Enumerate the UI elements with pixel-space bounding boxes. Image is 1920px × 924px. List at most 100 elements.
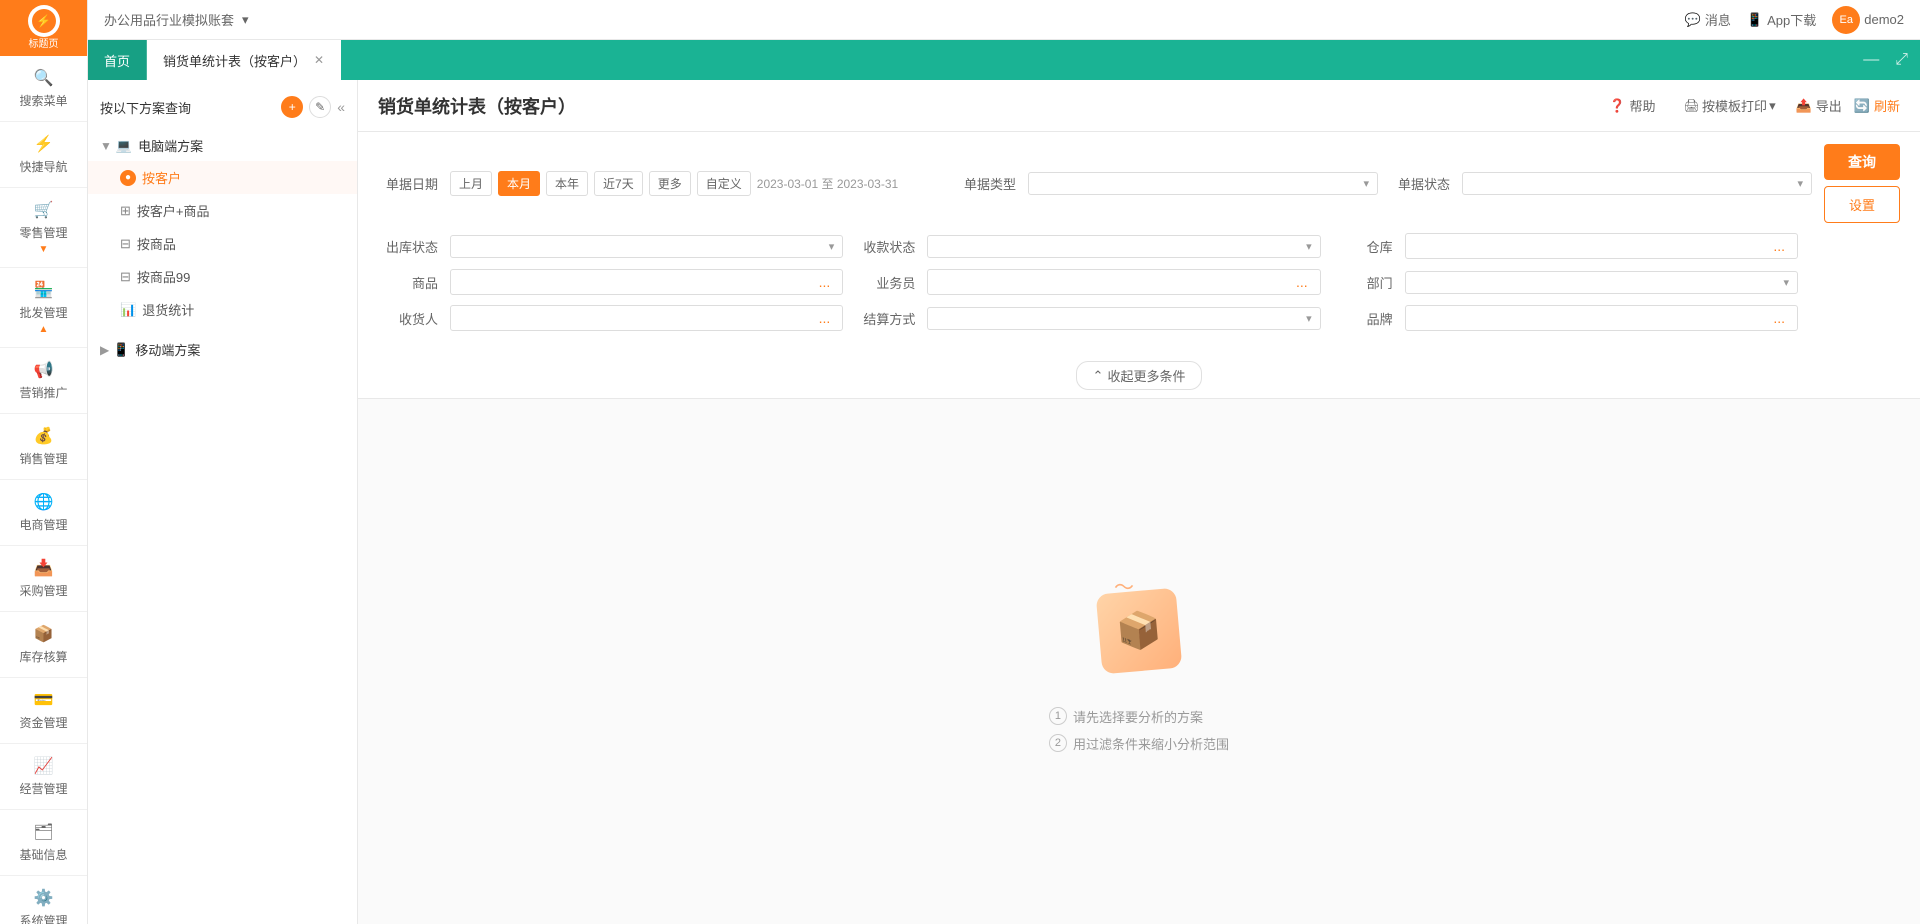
department-select[interactable]: ▾	[1405, 271, 1798, 294]
search-icon: 🔍	[4, 68, 84, 88]
marketing-icon: 📢	[4, 360, 84, 380]
sidebar-item-base[interactable]: 🗂 基础信息	[0, 810, 88, 876]
header-dropdown-icon[interactable]: ▾	[242, 12, 249, 28]
settlement-select[interactable]: ▾	[927, 307, 1320, 330]
warehouse-select[interactable]: ...	[1405, 233, 1798, 259]
setting-button[interactable]: 设置	[1824, 186, 1900, 223]
logo-area[interactable]: 标题页	[0, 0, 88, 56]
tree-item-return-stat[interactable]: 📊 退货统计	[88, 293, 357, 326]
sidebar-item-ecom[interactable]: 🌐 电商管理	[0, 480, 88, 546]
tree-item-by-product-99-label: 按商品99	[137, 267, 190, 286]
export-button[interactable]: 📤 导出	[1796, 96, 1842, 115]
warehouse-dots-button[interactable]: ...	[1769, 238, 1789, 254]
order-status-select[interactable]: ▾	[1462, 172, 1812, 195]
receiver-dots-button[interactable]: ...	[815, 310, 835, 326]
empty-hint-2-text: 用过滤条件来缩小分析范围	[1073, 734, 1229, 753]
tree-desktop-section: ▼ 💻 电脑端方案 ● 按客户 ⊞ 按客户+商品 ⊟ 按商品 ⊟	[88, 126, 357, 330]
main-area: 办公用品行业模拟账套 ▾ 💬 消息 📱 App下载 Ea demo2 首页	[88, 0, 1920, 924]
panel-add-button[interactable]: +	[281, 96, 303, 118]
sidebar-item-wholesale[interactable]: 🏪 批发管理 ▲	[0, 268, 88, 348]
tab-sales-stat[interactable]: 销货单统计表（按客户） ✕	[147, 40, 341, 80]
department-dropdown-arrow: ▾	[1783, 276, 1789, 289]
product-label: 商品	[378, 273, 438, 292]
tree-mobile-header[interactable]: ▶ 📱 移动端方案	[88, 334, 357, 365]
collapse-conditions-button[interactable]: ⌃ 收起更多条件	[1076, 361, 1203, 390]
tree-item-by-product-99[interactable]: ⊟ 按商品99	[88, 260, 357, 293]
logo-label: 标题页	[29, 39, 59, 51]
date-btn-this-month[interactable]: 本月	[498, 171, 540, 196]
sidebar-item-inventory[interactable]: 📦 库存核算	[0, 612, 88, 678]
brand-select[interactable]: ...	[1405, 305, 1798, 331]
order-type-select[interactable]: ▾	[1028, 172, 1378, 195]
out-status-select[interactable]: ▾	[450, 235, 843, 258]
avatar: Ea	[1832, 6, 1860, 34]
sidebar-item-marketing-label: 营销推广	[4, 384, 84, 401]
salesperson-dots-button[interactable]: ...	[1292, 274, 1312, 290]
query-button[interactable]: 查询	[1824, 144, 1900, 180]
tab-home-label: 首页	[104, 51, 130, 70]
finance-icon: 💳	[4, 690, 84, 710]
sidebar-item-finance[interactable]: 💳 资金管理	[0, 678, 88, 744]
tree-item-by-customer[interactable]: ● 按客户	[88, 161, 357, 194]
sidebar-item-system-label: 系统管理	[4, 912, 84, 924]
wholesale-icon: 🏪	[4, 280, 84, 300]
order-status-dropdown-arrow: ▾	[1797, 177, 1803, 190]
edit-icon: ✎	[315, 100, 325, 114]
filter-row-4: 收货人 ... 结算方式 ▾ 品牌 ...	[378, 305, 1900, 331]
tree-item-by-product[interactable]: ⊟ 按商品	[88, 227, 357, 260]
tab-maximize-button[interactable]: ⤢	[1891, 47, 1912, 73]
tree-item-by-product-label: 按商品	[137, 234, 176, 253]
tree-desktop-header[interactable]: ▼ 💻 电脑端方案	[88, 130, 357, 161]
payment-status-select[interactable]: ▾	[927, 235, 1320, 258]
sidebar-item-search[interactable]: 🔍 搜索菜单	[0, 56, 88, 122]
date-btn-this-year[interactable]: 本年	[546, 171, 588, 196]
header-right: 💬 消息 📱 App下载 Ea demo2	[1685, 6, 1904, 34]
settlement-dropdown-arrow: ▾	[1306, 312, 1312, 325]
print-label: 按模板打印	[1702, 96, 1767, 115]
sidebar-item-marketing[interactable]: 📢 营销推广	[0, 348, 88, 414]
payment-status-dropdown-arrow: ▾	[1306, 240, 1312, 253]
collapse-row[interactable]: ⌃ 收起更多条件	[358, 353, 1920, 398]
print-dropdown-arrow[interactable]: ▾	[1769, 98, 1776, 114]
tab-minimize-button[interactable]: —	[1859, 47, 1883, 73]
sidebar-item-sales[interactable]: 💰 销售管理	[0, 414, 88, 480]
user-area[interactable]: Ea demo2	[1832, 6, 1904, 34]
refresh-label: 刷新	[1874, 96, 1900, 115]
tree-item-by-customer-label: 按客户	[142, 168, 181, 187]
tree-item-return-stat-label: 退货统计	[142, 300, 194, 319]
sidebar-item-retail[interactable]: 🛒 零售管理 ▼	[0, 188, 88, 268]
left-panel: 按以下方案查询 + ✎ « ▼ 💻 电脑端方案	[88, 80, 358, 924]
date-btn-more[interactable]: 更多	[649, 171, 691, 196]
desktop-section-icon: 💻	[116, 138, 132, 154]
refresh-icon: 🔄	[1854, 98, 1870, 114]
sidebar-item-nav[interactable]: ⚡ 快捷导航	[0, 122, 88, 188]
panel-collapse-button[interactable]: «	[337, 99, 345, 115]
brand-dots-button[interactable]: ...	[1769, 310, 1789, 326]
app-download-button[interactable]: 📱 App下载	[1747, 10, 1816, 29]
warehouse-label: 仓库	[1333, 237, 1393, 256]
product-dots-button[interactable]: ...	[815, 274, 835, 290]
page-title: 销货单统计表（按客户）	[378, 93, 576, 119]
salesperson-select[interactable]: ...	[927, 269, 1320, 295]
retail-arrow: ▼	[39, 244, 49, 255]
print-button[interactable]: 🖨 按模板打印 ▾	[1676, 92, 1784, 119]
help-button[interactable]: ❓ 帮助	[1601, 92, 1663, 119]
message-button[interactable]: 💬 消息	[1685, 10, 1731, 29]
date-btn-custom[interactable]: 自定义	[697, 171, 751, 196]
refresh-button[interactable]: 🔄 刷新	[1854, 96, 1900, 115]
filter-area: 单据日期 上月 本月 本年 近7天 更多 自定义 2023-03-01 至 20…	[358, 132, 1920, 353]
out-status-dropdown-arrow: ▾	[829, 240, 835, 253]
sidebar-item-system[interactable]: ⚙️ 系统管理	[0, 876, 88, 924]
date-btn-7days[interactable]: 近7天	[594, 171, 643, 196]
tree-item-by-customer-product[interactable]: ⊞ 按客户+商品	[88, 194, 357, 227]
tab-close-icon[interactable]: ✕	[314, 53, 324, 67]
sidebar-item-search-label: 搜索菜单	[4, 92, 84, 109]
date-btn-last-month[interactable]: 上月	[450, 171, 492, 196]
panel-edit-button[interactable]: ✎	[309, 96, 331, 118]
tab-home[interactable]: 首页	[88, 40, 147, 80]
sidebar-item-operations[interactable]: 📈 经营管理	[0, 744, 88, 810]
receiver-select[interactable]: ...	[450, 305, 843, 331]
sidebar-item-purchase[interactable]: 📥 采购管理	[0, 546, 88, 612]
top-header: 办公用品行业模拟账套 ▾ 💬 消息 📱 App下载 Ea demo2	[88, 0, 1920, 40]
product-select[interactable]: ...	[450, 269, 843, 295]
